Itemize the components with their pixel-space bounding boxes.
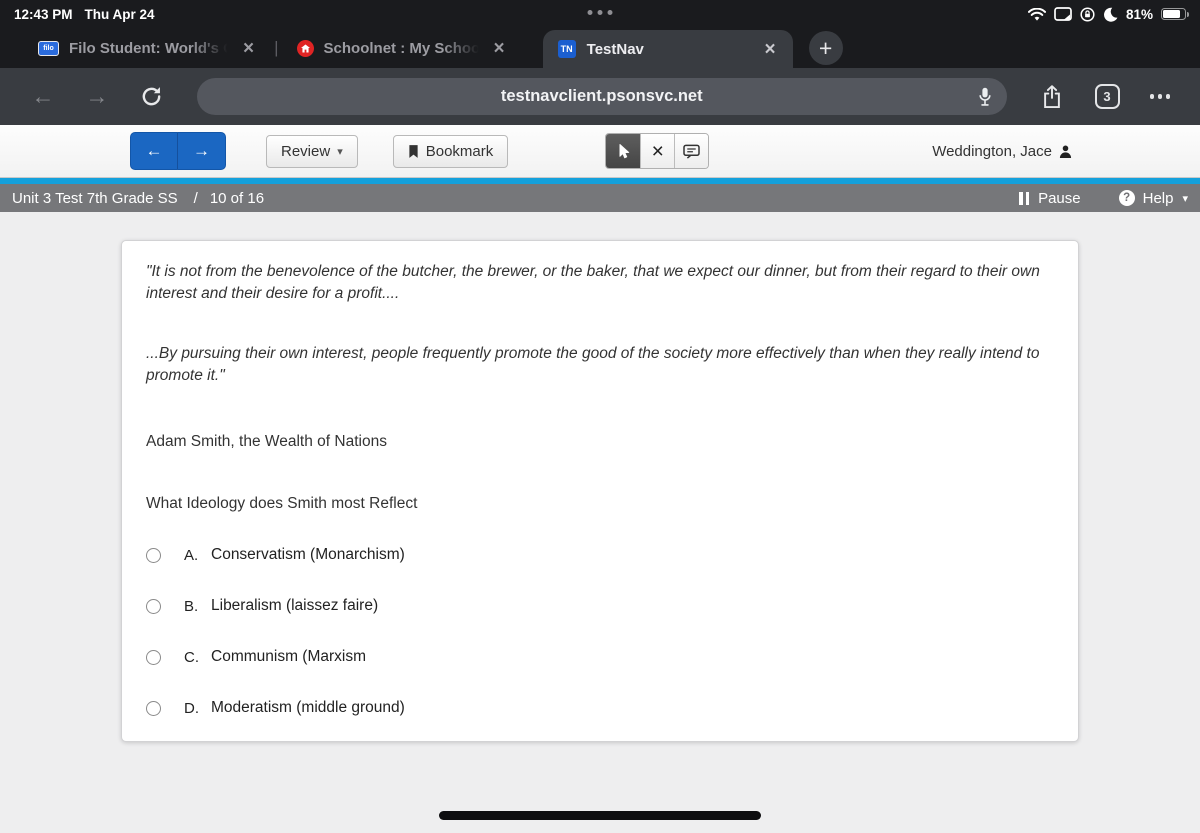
student-name[interactable]: Weddington, Jace [932,143,1072,160]
schoolnet-favicon [296,39,314,57]
multitasking-indicator [587,10,613,15]
option-letter: A. [184,546,199,564]
option-text: Liberalism (laissez faire) [211,597,379,614]
eliminator-x-icon: × [651,139,664,163]
help-dropdown-button[interactable]: ? Help ▾ [1118,189,1188,207]
reload-icon[interactable] [140,85,163,108]
rotation-lock-icon [1080,6,1095,22]
test-name: Unit 3 Test 7th Grade SS [12,189,178,207]
radio-button[interactable] [146,649,161,665]
new-tab-button[interactable]: + [808,31,843,65]
notepad-tool-button[interactable] [674,134,709,168]
home-indicator[interactable] [439,811,761,820]
pause-button[interactable]: Pause [1019,190,1081,207]
question-prompt: What Ideology does Smith most Reflect [146,495,418,512]
option-text: Moderatism (middle ground) [211,699,405,716]
answer-option-a[interactable]: A. Conservatism (Monarchism) [146,546,1054,564]
stimulus-quote-2: ...By pursuing their own interest, peopl… [146,345,1040,384]
radio-button[interactable] [146,700,161,716]
pause-icon [1019,191,1030,205]
stimulus-quote-1: "It is not from the benevolence of the b… [146,263,1040,302]
question-position: 10 of 16 [209,189,265,207]
close-tab-icon[interactable]: × [492,39,507,58]
microphone-icon[interactable] [978,86,992,107]
do-not-disturb-moon-icon [1103,7,1118,22]
pointer-tool-button[interactable] [606,134,641,168]
option-letter: D. [184,699,199,717]
battery-percent: 81% [1125,6,1153,22]
address-bar[interactable]: testnavclient.psonsvc.net [197,78,1007,115]
student-name-label: Weddington, Jace [932,142,1052,160]
radio-button[interactable] [146,598,161,614]
filo-favicon: filo [38,40,59,56]
radio-button[interactable] [146,547,161,563]
testnav-favicon: TN [557,40,576,58]
test-status-bar: Unit 3 Test 7th Grade SS / 10 of 16 Paus… [0,184,1200,212]
option-letter: C. [184,648,199,666]
browser-back-button[interactable]: ← [30,83,56,110]
url-text: testnavclient.psonsvc.net [500,87,703,105]
date: Thu Apr 24 [84,6,155,22]
browser-tab-strip: filo Filo Student: World's O × | Schooln… [0,28,1200,68]
bookmark-button[interactable]: Bookmark [392,134,509,168]
clock: 12:43 PM [14,6,73,22]
share-icon[interactable] [1041,84,1063,109]
review-label: Review [281,142,331,160]
tab-switcher-button[interactable]: 3 [1094,84,1120,109]
answer-option-d[interactable]: D. Moderatism (middle ground) [146,699,1054,717]
bookmark-label: Bookmark [425,142,494,160]
tab-testnav-active[interactable]: TN TestNav × [542,30,793,68]
tab-separator: | [274,38,279,57]
test-name-separator: / [193,189,198,207]
help-icon: ? [1118,190,1135,206]
browser-forward-button[interactable]: → [84,83,110,110]
next-question-button[interactable]: → [178,132,226,170]
close-tab-icon[interactable]: × [241,39,256,58]
review-dropdown-button[interactable]: Review ▾ [266,134,358,168]
screen-mirroring-icon [1054,7,1072,21]
quote-attribution: Adam Smith, the Wealth of Nations [146,433,387,450]
answer-option-b[interactable]: B. Liberalism (laissez faire) [146,597,1054,615]
testnav-toolbar: ← → Review ▾ Bookmark × Weddington, Jace [0,125,1200,178]
question-area: "It is not from the benevolence of the b… [0,212,1200,833]
browser-toolbar: ← → testnavclient.psonsvc.net 3 [0,68,1200,125]
answer-tools-group: × [605,133,710,169]
close-tab-icon[interactable]: × [763,40,778,59]
answer-option-c[interactable]: C. Communism (Marxism [146,648,1054,666]
chevron-down-icon: ▾ [337,145,343,158]
wifi-icon [1027,7,1046,21]
battery-icon [1161,8,1189,20]
pause-label: Pause [1038,189,1081,207]
option-letter: B. [184,597,199,615]
chevron-down-icon: ▾ [1182,192,1188,205]
bookmark-icon [408,144,419,159]
browser-menu-icon[interactable] [1149,94,1170,99]
tab-schoolnet[interactable]: Schoolnet : My Schooln × [289,28,515,68]
person-icon [1059,145,1072,158]
tab-title: Filo Student: World's O [69,39,231,57]
tab-title: TestNav [586,40,644,58]
previous-question-button[interactable]: ← [130,132,178,170]
answer-eliminator-tool-button[interactable]: × [640,134,675,168]
status-bar: 12:43 PM Thu Apr 24 81% [0,0,1200,28]
tab-title: Schoolnet : My Schooln [323,39,482,57]
help-label: Help [1142,189,1174,207]
tab-filo-student[interactable]: filo Filo Student: World's O × [30,28,264,68]
option-text: Communism (Marxism [211,648,366,665]
option-text: Conservatism (Monarchism) [211,546,405,563]
question-card: "It is not from the benevolence of the b… [121,240,1079,742]
